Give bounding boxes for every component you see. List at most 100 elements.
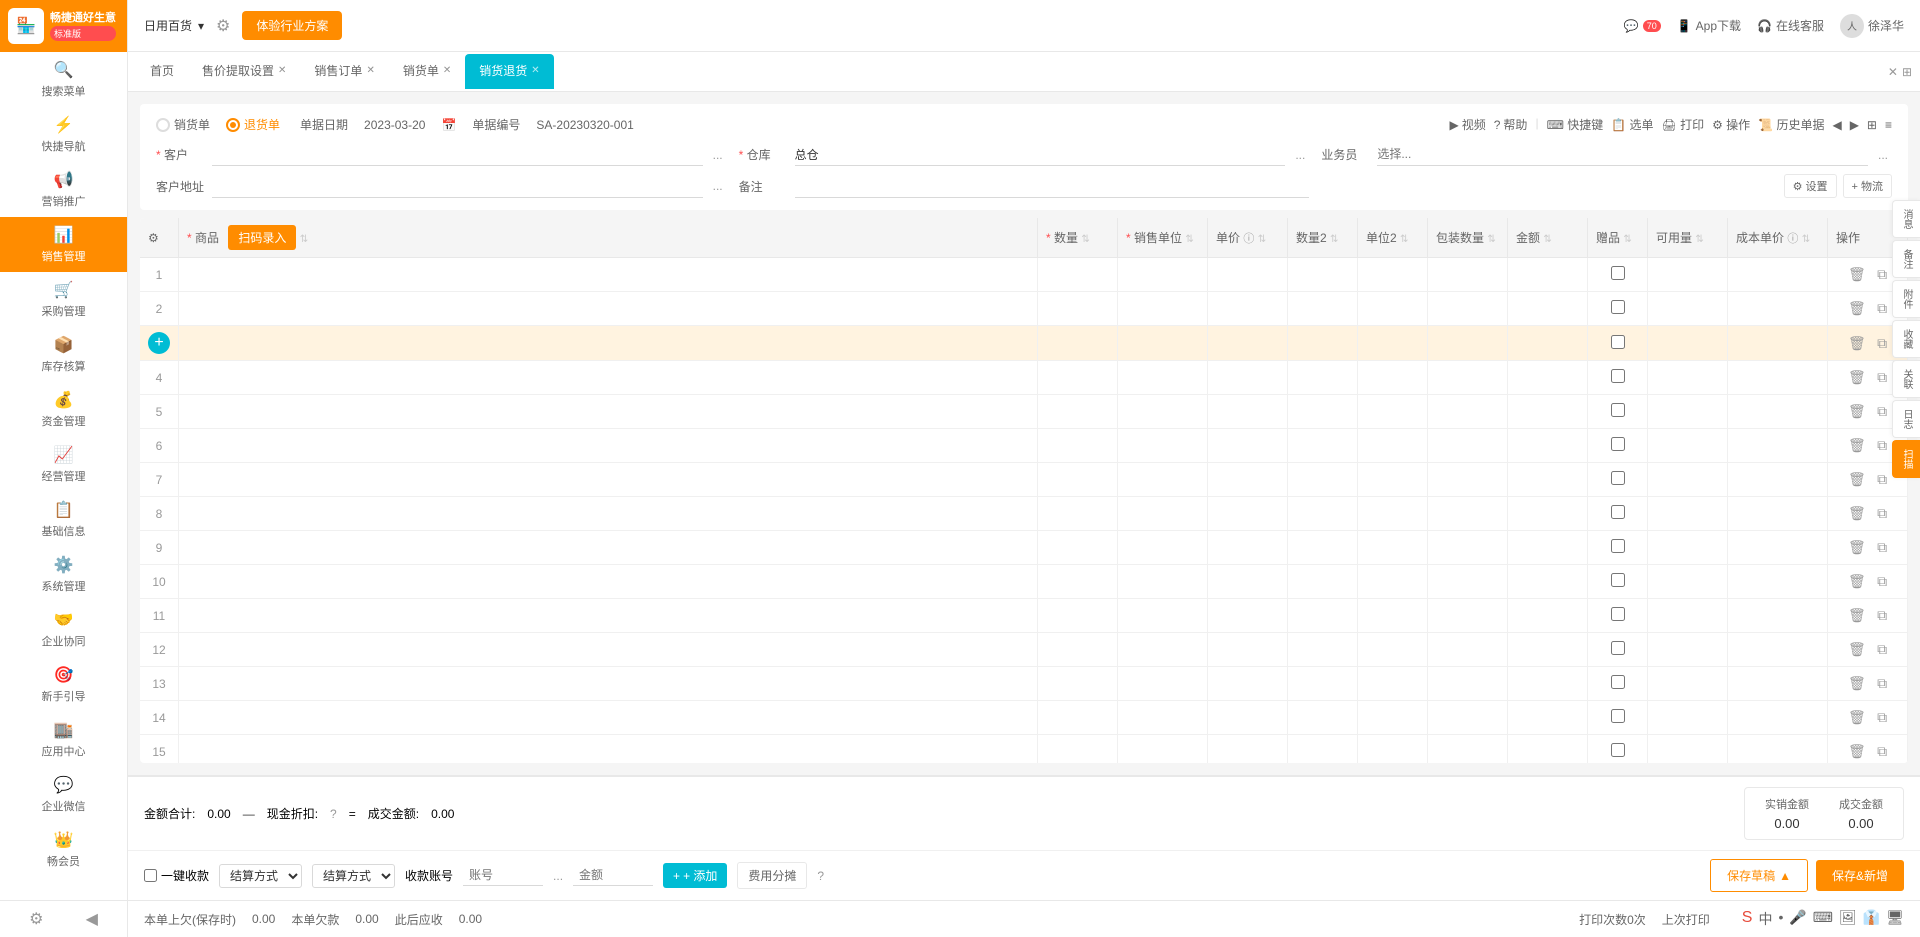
unit-cell-8[interactable] (1118, 497, 1208, 531)
cost-price-cell-8[interactable] (1728, 497, 1828, 531)
sidebar-item-marketing[interactable]: 📢营销推广 (0, 162, 127, 217)
discount-question-icon[interactable]: ? (330, 807, 337, 821)
gift-cell-1[interactable] (1588, 258, 1648, 292)
sidebar-item-base[interactable]: 📋基础信息 (0, 492, 127, 547)
amount-cell-1[interactable] (1508, 258, 1588, 292)
delete-row-btn-15[interactable]: 🗑 (1844, 741, 1870, 762)
unit-cell-3[interactable] (1118, 326, 1208, 361)
unit2-cell-6[interactable] (1358, 429, 1428, 463)
cost-price-cell-15[interactable] (1728, 735, 1828, 764)
delete-row-btn-2[interactable]: 🗑 (1844, 298, 1870, 319)
unit-cell-5[interactable] (1118, 395, 1208, 429)
copy-row-btn-6[interactable]: ⧉ (1873, 435, 1891, 456)
address-ellipsis[interactable]: ... (709, 179, 727, 193)
amount-cell-7[interactable] (1508, 463, 1588, 497)
product-cell-6[interactable] (179, 429, 1038, 463)
copy-row-btn-7[interactable]: ⧉ (1873, 469, 1891, 490)
amount-cell-5[interactable] (1508, 395, 1588, 429)
floating-btn-attach[interactable]: 附件 (1892, 280, 1920, 318)
qty-cell-10[interactable] (1038, 565, 1118, 599)
sort-pack-icon[interactable]: ⇅ (1487, 234, 1495, 245)
available-cell-4[interactable] (1648, 361, 1728, 395)
qty2-cell-9[interactable] (1288, 531, 1358, 565)
copy-row-btn-12[interactable]: ⧉ (1873, 639, 1891, 660)
sort-price-icon[interactable]: ⇅ (1258, 234, 1266, 245)
price-cell-11[interactable] (1208, 599, 1288, 633)
qty2-cell-6[interactable] (1288, 429, 1358, 463)
sort-cost-icon[interactable]: ⇅ (1802, 234, 1810, 245)
unit2-cell-10[interactable] (1358, 565, 1428, 599)
one-click-label[interactable]: 一键收款 (144, 867, 209, 884)
cost-price-info-icon[interactable]: ⓘ (1787, 233, 1798, 245)
sidebar-item-finance[interactable]: 💰资金管理 (0, 382, 127, 437)
gift-checkbox-14[interactable] (1611, 709, 1625, 723)
gift-checkbox-10[interactable] (1611, 573, 1625, 587)
scan-input-btn[interactable]: 扫码录入 (228, 225, 296, 250)
amount-input[interactable] (573, 865, 653, 886)
amount-cell-6[interactable] (1508, 429, 1588, 463)
price-cell-15[interactable] (1208, 735, 1288, 764)
gift-cell-3[interactable] (1588, 326, 1648, 361)
product-cell-10[interactable] (179, 565, 1038, 599)
amount-cell-10[interactable] (1508, 565, 1588, 599)
delete-row-btn-10[interactable]: 🗑 (1844, 571, 1870, 592)
pack-cell-12[interactable] (1428, 633, 1508, 667)
floating-btn-note[interactable]: 备注 (1892, 240, 1920, 278)
unit-cell-6[interactable] (1118, 429, 1208, 463)
grid-view-btn[interactable]: ⊞ (1867, 116, 1877, 133)
pack-cell-3[interactable] (1428, 326, 1508, 361)
unit2-cell-12[interactable] (1358, 633, 1428, 667)
settlement-select[interactable]: 结算方式 (219, 864, 302, 888)
floating-btn-scan[interactable]: 扫描 (1892, 440, 1920, 478)
customer-ellipsis[interactable]: ... (709, 148, 727, 162)
message-btn[interactable]: 💬 70 (1624, 19, 1661, 33)
next-btn[interactable]: ▶ (1850, 116, 1859, 133)
copy-row-btn-10[interactable]: ⧉ (1873, 571, 1891, 592)
sidebar-item-inventory[interactable]: 📦库存核算 (0, 327, 127, 382)
tab-close-sales-delivery[interactable]: ✕ (443, 65, 451, 76)
gift-cell-13[interactable] (1588, 667, 1648, 701)
copy-row-btn-1[interactable]: ⧉ (1873, 264, 1891, 285)
delete-row-btn-7[interactable]: 🗑 (1844, 469, 1870, 490)
fee-btn[interactable]: 费用分摊 (737, 862, 807, 889)
product-cell-9[interactable] (179, 531, 1038, 565)
copy-row-btn-13[interactable]: ⧉ (1873, 673, 1891, 694)
save-new-button[interactable]: 保存&新增 (1816, 860, 1904, 891)
price-cell-10[interactable] (1208, 565, 1288, 599)
gift-checkbox-6[interactable] (1611, 437, 1625, 451)
sidebar-item-enterprise[interactable]: 🤝企业协同 (0, 602, 127, 657)
amount-cell-9[interactable] (1508, 531, 1588, 565)
gift-checkbox-12[interactable] (1611, 641, 1625, 655)
product-input-4[interactable] (187, 371, 1029, 385)
available-cell-11[interactable] (1648, 599, 1728, 633)
available-cell-2[interactable] (1648, 292, 1728, 326)
qty-cell-6[interactable] (1038, 429, 1118, 463)
radio-return[interactable]: 退货单 (226, 116, 280, 133)
floating-btn-log[interactable]: 日志 (1892, 400, 1920, 438)
gift-checkbox-1[interactable] (1611, 266, 1625, 280)
tab-sales-price[interactable]: 售价提取设置✕ (188, 54, 300, 89)
sidebar-item-system[interactable]: ⚙️系统管理 (0, 547, 127, 602)
th-settings[interactable]: ⚙ (140, 218, 179, 258)
one-click-checkbox[interactable] (144, 869, 157, 882)
pack-cell-1[interactable] (1428, 258, 1508, 292)
delete-row-btn-4[interactable]: 🗑 (1844, 367, 1870, 388)
product-cell-8[interactable] (179, 497, 1038, 531)
pack-cell-9[interactable] (1428, 531, 1508, 565)
cost-price-cell-3[interactable] (1728, 326, 1828, 361)
product-input-2[interactable] (187, 302, 1029, 316)
delete-row-btn-14[interactable]: 🗑 (1844, 707, 1870, 728)
floating-btn-star[interactable]: 收藏 (1892, 320, 1920, 358)
product-cell-1[interactable] (179, 258, 1038, 292)
tool6-icon[interactable]: 👔 (1863, 909, 1880, 929)
price-cell-6[interactable] (1208, 429, 1288, 463)
save-draft-button[interactable]: 保存草稿 ▲ (1710, 859, 1808, 892)
qty-cell-5[interactable] (1038, 395, 1118, 429)
sidebar-item-appstore[interactable]: 🏬应用中心 (0, 712, 127, 767)
qty-cell-14[interactable] (1038, 701, 1118, 735)
product-cell-11[interactable] (179, 599, 1038, 633)
tool1-icon[interactable]: 中 (1758, 909, 1772, 929)
product-input-12[interactable] (187, 643, 1029, 657)
tool3-icon[interactable]: 🎤 (1789, 909, 1806, 929)
gift-cell-2[interactable] (1588, 292, 1648, 326)
